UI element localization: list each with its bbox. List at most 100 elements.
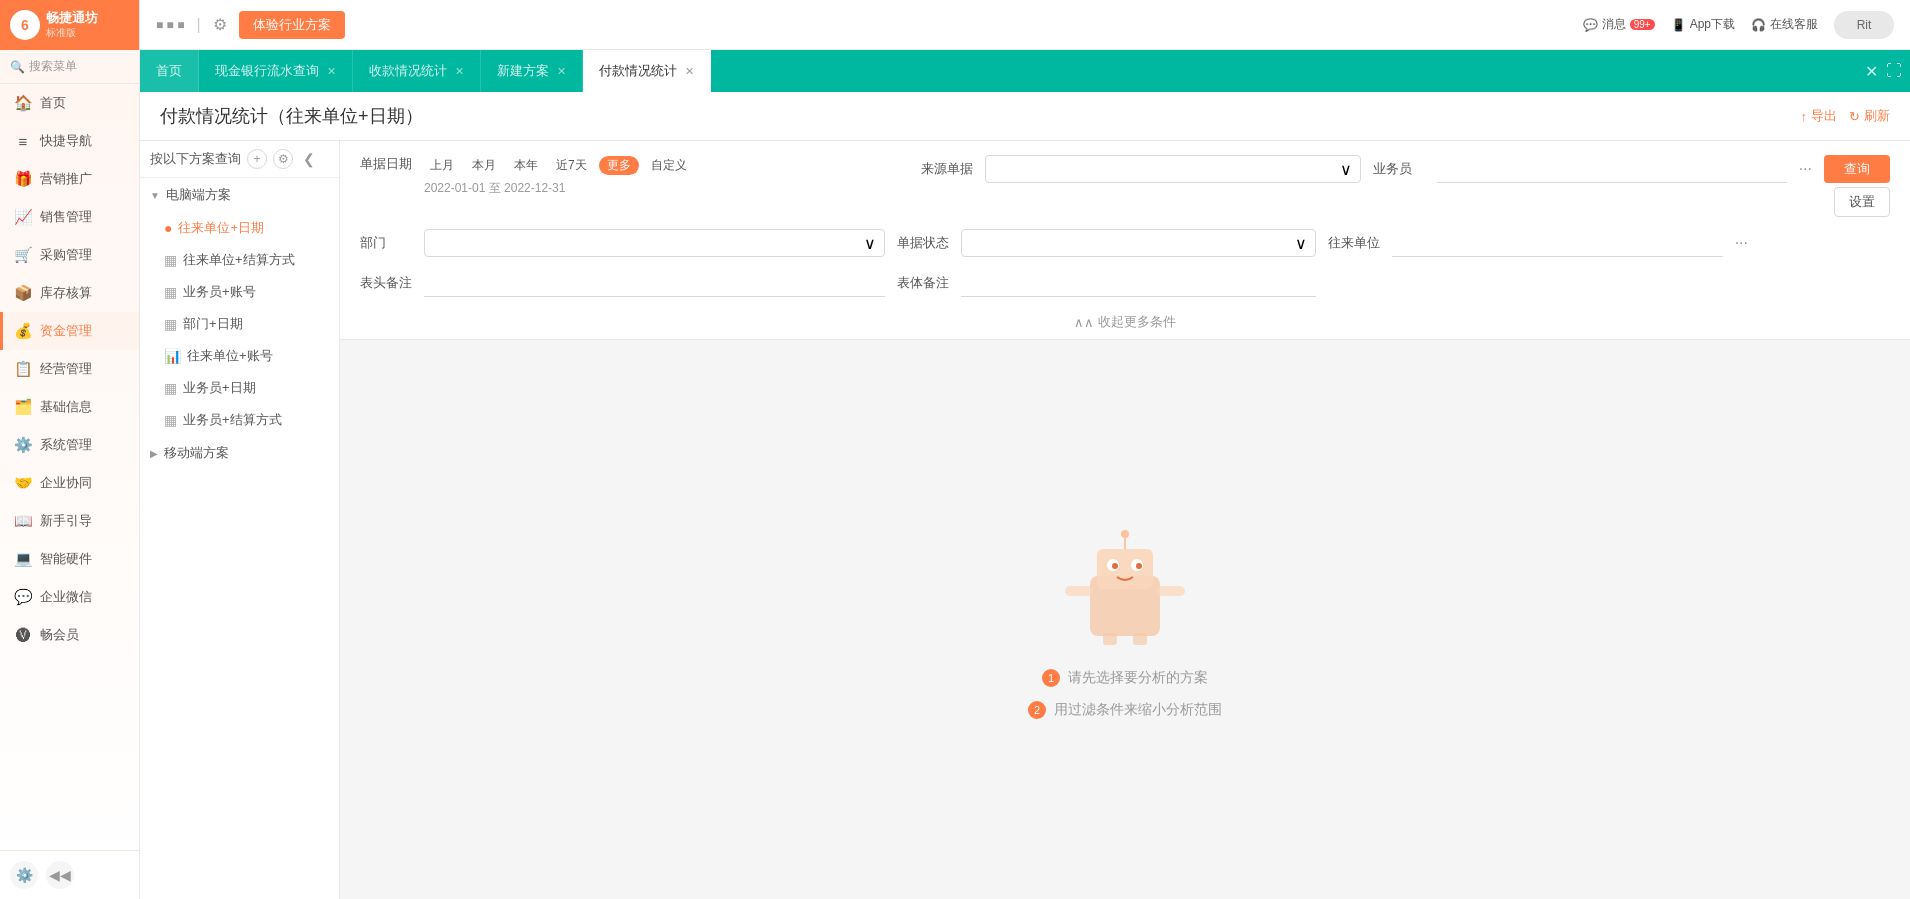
tab-home[interactable]: 首页 <box>140 50 199 92</box>
sidebar-item-purchase[interactable]: 🛒 采购管理 <box>0 236 139 274</box>
voucher-status-select[interactable]: ∨ <box>961 229 1317 257</box>
avatar-text: Rit <box>1857 18 1872 32</box>
query-button[interactable]: 查询 <box>1824 155 1890 183</box>
collapse-more-button[interactable]: ∧∧ 收起更多条件 <box>360 305 1890 339</box>
sidebar-item-label: 销售管理 <box>40 208 92 226</box>
partner-input[interactable] <box>1392 229 1722 257</box>
svg-rect-1 <box>1097 549 1153 589</box>
tab-receivable-close[interactable]: ✕ <box>455 65 464 78</box>
export-icon: ↑ <box>1801 109 1808 124</box>
settings-button[interactable]: 设置 <box>1834 187 1890 217</box>
scheme-item-icon: ▦ <box>164 380 177 396</box>
scheme-group-mobile-header[interactable]: ▶ 移动端方案 <box>140 436 339 470</box>
tab-payment-close[interactable]: ✕ <box>685 65 694 78</box>
empty-svg <box>1045 521 1205 651</box>
dept-select[interactable]: ∨ <box>424 229 885 257</box>
hint-text-2: 用过滤条件来缩小分析范围 <box>1054 701 1222 719</box>
export-button[interactable]: ↑ 导出 <box>1801 107 1838 125</box>
refresh-button[interactable]: ↻ 刷新 <box>1849 107 1890 125</box>
tabbar-right: ✕ ⛶ <box>1865 50 1910 92</box>
sidebar-item-sales[interactable]: 📈 销售管理 <box>0 198 139 236</box>
scheme-group-pc-header[interactable]: ▼ 电脑端方案 <box>140 178 339 212</box>
expand-icon[interactable]: ⛶ <box>1886 62 1902 80</box>
sidebar-item-member[interactable]: 🅥 畅会员 <box>0 616 139 654</box>
hardware-icon: 💻 <box>14 550 32 568</box>
scheme-add-icon[interactable]: + <box>247 149 267 169</box>
trial-button[interactable]: 体验行业方案 <box>239 11 345 39</box>
app-download-button[interactable]: 📱 App下载 <box>1671 16 1735 33</box>
online-service-button[interactable]: 🎧 在线客服 <box>1751 16 1818 33</box>
body-note-input[interactable] <box>961 269 1317 297</box>
scheme-item-unit-date[interactable]: ● 往来单位+日期 <box>140 212 339 244</box>
page-header: 付款情况统计（往来单位+日期） ↑ 导出 ↻ 刷新 <box>140 92 1910 141</box>
tab-spacer <box>711 50 1865 92</box>
scheme-item-staff-account[interactable]: ▦ 业务员+账号 <box>140 276 339 308</box>
topbar-settings-icon[interactable]: ⚙ <box>213 15 227 34</box>
scheme-settings-icon[interactable]: ⚙ <box>273 149 293 169</box>
staff-dots[interactable]: ··· <box>1799 160 1812 178</box>
tab-cashflow[interactable]: 现金银行流水查询 ✕ <box>199 50 353 92</box>
quicknav-icon: ≡ <box>14 132 32 150</box>
tab-newplan[interactable]: 新建方案 ✕ <box>481 50 583 92</box>
sidebar-item-hardware[interactable]: 💻 智能硬件 <box>0 540 139 578</box>
filter-area: 单据日期 上月 本月 本年 近7天 更多 自定义 20 <box>340 141 1910 340</box>
svg-point-5 <box>1136 563 1142 569</box>
empty-hint-1: 1 请先选择要分析的方案 <box>1042 669 1208 687</box>
date-7days[interactable]: 近7天 <box>550 155 593 176</box>
scheme-group-arrow: ▼ <box>150 190 160 201</box>
tab-receivable[interactable]: 收款情况统计 ✕ <box>353 50 481 92</box>
scheme-item-unit-account[interactable]: 📊 往来单位+账号 <box>140 340 339 372</box>
svg-point-4 <box>1112 563 1118 569</box>
tab-cashflow-close[interactable]: ✕ <box>327 65 336 78</box>
sidebar-item-guide[interactable]: 📖 新手引导 <box>0 502 139 540</box>
staff-input[interactable] <box>1437 155 1787 183</box>
sidebar-item-finance[interactable]: 💰 资金管理 <box>0 312 139 350</box>
source-label: 来源单据 <box>921 160 977 178</box>
messages-button[interactable]: 💬 消息 99+ <box>1583 16 1655 33</box>
header-note-input[interactable] <box>424 269 885 297</box>
scheme-item-staff-date[interactable]: ▦ 业务员+日期 <box>140 372 339 404</box>
sidebar-item-wechat[interactable]: 💬 企业微信 <box>0 578 139 616</box>
scheme-item-staff-settle[interactable]: ▦ 业务员+结算方式 <box>140 404 339 436</box>
close-all-tabs-icon[interactable]: ✕ <box>1865 62 1878 81</box>
sidebar-item-inventory[interactable]: 📦 库存核算 <box>0 274 139 312</box>
search-input[interactable]: 🔍 搜索菜单 <box>10 58 129 75</box>
sidebar-bottom: ⚙️ ◀◀ <box>0 850 139 899</box>
scheme-item-dept-date[interactable]: ▦ 部门+日期 <box>140 308 339 340</box>
scheme-panel: 按以下方案查询 + ⚙ ❮ ▼ 电脑端方案 ● 往来单位+日期 <box>140 141 340 899</box>
sidebar-item-operation[interactable]: 📋 经营管理 <box>0 350 139 388</box>
sidebar-item-marketing[interactable]: 🎁 营销推广 <box>0 160 139 198</box>
scheme-group-mobile: ▶ 移动端方案 <box>140 436 339 470</box>
date-this-year[interactable]: 本年 <box>508 155 544 176</box>
tab-payment[interactable]: 付款情况统计 ✕ <box>583 50 711 92</box>
source-select[interactable]: ∨ <box>985 155 1360 183</box>
scheme-collapse-icon[interactable]: ❮ <box>303 151 315 167</box>
marketing-icon: 🎁 <box>14 170 32 188</box>
empty-hint-2: 2 用过滤条件来缩小分析范围 <box>1028 701 1222 719</box>
tab-newplan-close[interactable]: ✕ <box>557 65 566 78</box>
sidebar-search-area[interactable]: 🔍 搜索菜单 <box>0 50 139 84</box>
sidebar-item-label: 智能硬件 <box>40 550 92 568</box>
sidebar-item-system[interactable]: ⚙️ 系统管理 <box>0 426 139 464</box>
date-this-month[interactable]: 本月 <box>466 155 502 176</box>
hint-num-1: 1 <box>1042 669 1060 687</box>
partner-dots[interactable]: ··· <box>1735 234 1748 252</box>
svg-rect-9 <box>1133 633 1147 645</box>
wechat-icon: 💬 <box>14 588 32 606</box>
date-more[interactable]: 更多 <box>599 156 639 175</box>
settings-bottom-icon[interactable]: ⚙️ <box>10 861 38 889</box>
date-custom[interactable]: 自定义 <box>645 155 693 176</box>
sidebar-item-home[interactable]: 🏠 首页 <box>0 84 139 122</box>
sidebar-item-quicknav[interactable]: ≡ 快捷导航 <box>0 122 139 160</box>
operation-icon: 📋 <box>14 360 32 378</box>
sidebar-nav: 🏠 首页 ≡ 快捷导航 🎁 营销推广 📈 销售管理 🛒 采购管理 📦 库存核算 … <box>0 84 139 850</box>
avatar[interactable]: Rit <box>1834 11 1894 39</box>
inventory-icon: 📦 <box>14 284 32 302</box>
body-note-label: 表体备注 <box>897 274 953 292</box>
sidebar-item-collab[interactable]: 🤝 企业协同 <box>0 464 139 502</box>
scheme-item-unit-settle[interactable]: ▦ 往来单位+结算方式 <box>140 244 339 276</box>
sidebar-item-label: 采购管理 <box>40 246 92 264</box>
sidebar-item-basic[interactable]: 🗂️ 基础信息 <box>0 388 139 426</box>
date-last-month[interactable]: 上月 <box>424 155 460 176</box>
collapse-sidebar-icon[interactable]: ◀◀ <box>46 861 74 889</box>
